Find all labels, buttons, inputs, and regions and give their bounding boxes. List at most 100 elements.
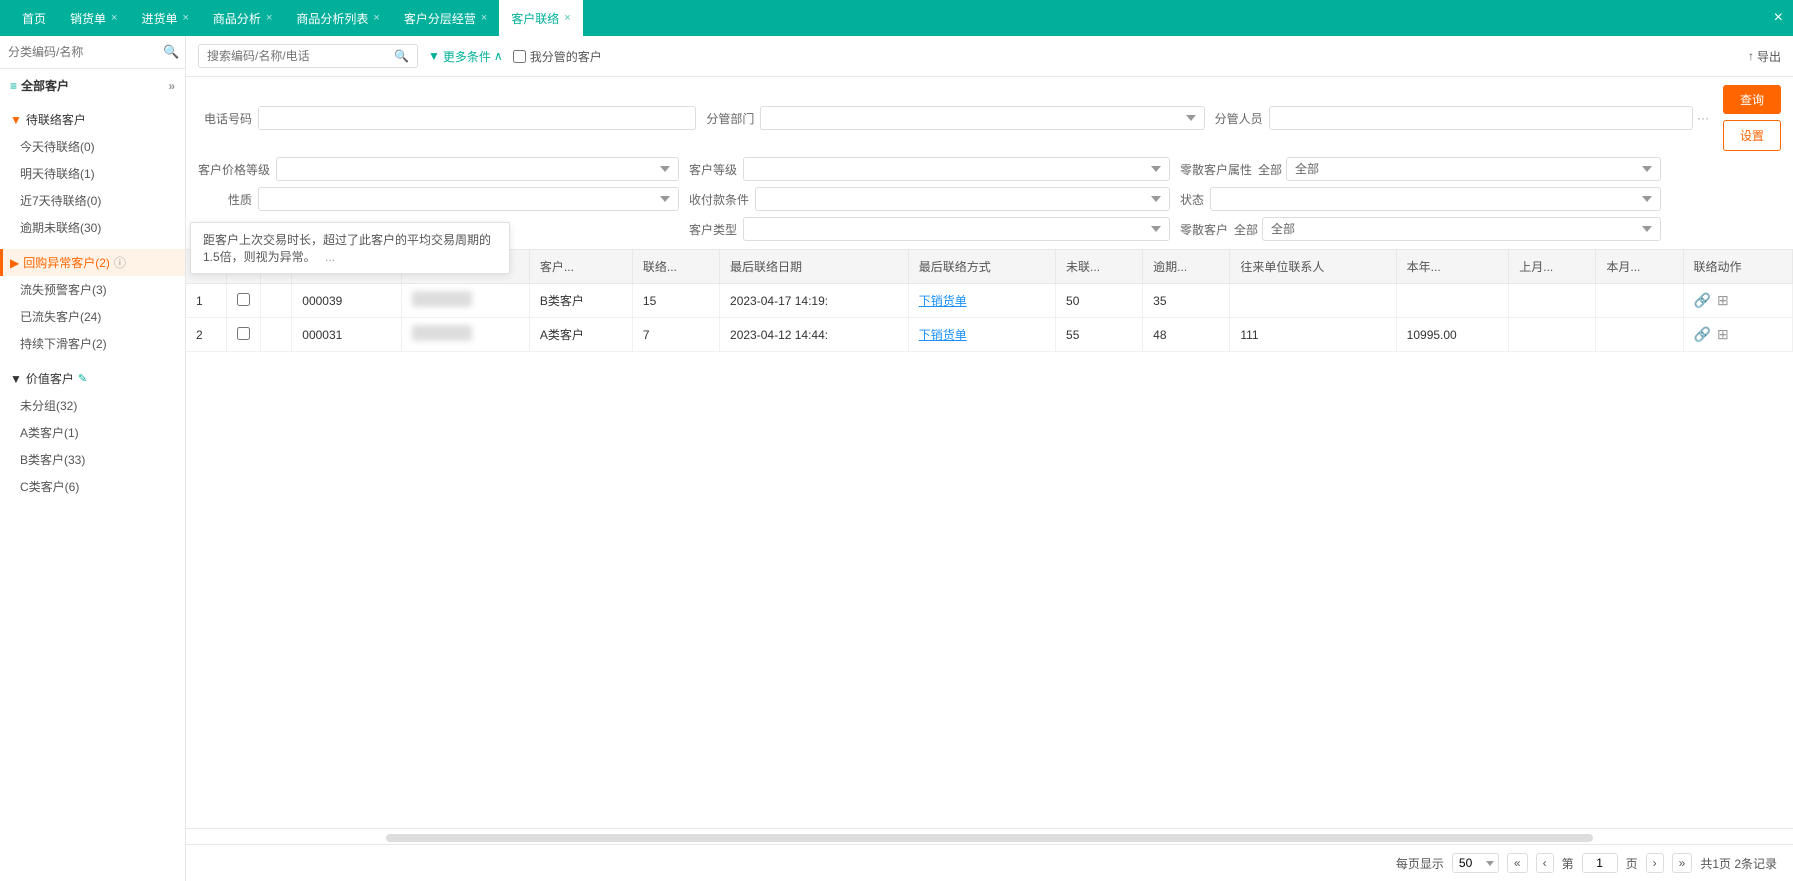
sidebar-item-class-c[interactable]: C类客户(6) — [0, 473, 185, 500]
last-page-button[interactable]: » — [1672, 853, 1693, 873]
filter-nature-select[interactable] — [258, 187, 679, 211]
sidebar-section-abnormal-title[interactable]: ▶ 回购异常客户(2) ⓘ — [0, 249, 185, 276]
sidebar-search-icon[interactable]: 🔍 — [163, 44, 179, 60]
col-this-month[interactable]: 本月... — [1596, 250, 1683, 284]
sidebar-section-value-title[interactable]: ▼ 价值客户 ✎ — [0, 365, 185, 392]
search-icon[interactable]: 🔍 — [394, 49, 409, 63]
cell-uncontacted-2: 55 — [1056, 318, 1143, 352]
tab-sales[interactable]: 销货单 × — [58, 0, 129, 36]
tab-home[interactable]: 首页 — [10, 0, 58, 36]
filter-customer-type-select[interactable] — [743, 217, 1170, 241]
first-page-button[interactable]: « — [1507, 853, 1528, 873]
tab-analysis-close[interactable]: × — [266, 12, 272, 24]
filter-phone-label: 电话号码 — [198, 110, 258, 127]
sidebar-all-customers-header[interactable]: ≡ 全部客户 » — [0, 69, 185, 102]
sidebar-item-lost[interactable]: 已流失客户(24) — [0, 303, 185, 330]
col-last-date[interactable]: 最后联络日期 — [720, 250, 909, 284]
filter-dept-select-wrap — [760, 106, 1204, 130]
abnormal-info-icon[interactable]: ⓘ — [114, 254, 126, 271]
sidebar-item-today[interactable]: 今天待联络(0) — [0, 133, 185, 160]
row-2-link-icon[interactable]: 🔗 — [1694, 326, 1711, 343]
sidebar-section-pending-title[interactable]: ▼ 待联络客户 — [0, 106, 185, 133]
cell-overdue-1: 35 — [1143, 284, 1230, 318]
filter-phone-input[interactable] — [258, 106, 696, 130]
filter-payment-select[interactable] — [755, 187, 1170, 211]
sidebar-item-overdue[interactable]: 逾期未联络(30) — [0, 214, 185, 241]
page-label-prefix: 第 — [1562, 855, 1574, 872]
sidebar-item-class-b[interactable]: B类客户(33) — [0, 446, 185, 473]
cell-last-method-1[interactable]: 下销货单 — [908, 284, 1055, 318]
sidebar-item-unclassified[interactable]: 未分组(32) — [0, 392, 185, 419]
per-page-select[interactable]: 10 20 50 100 — [1452, 853, 1499, 873]
row-2-qr-icon[interactable]: ⊞ — [1717, 326, 1729, 343]
col-contact[interactable]: 联络... — [632, 250, 719, 284]
tab-sales-close[interactable]: × — [111, 12, 117, 24]
filter-dept-field: 分管部门 — [706, 106, 1204, 130]
value-edit-icon[interactable]: ✎ — [78, 372, 87, 385]
my-customers-checkbox[interactable] — [513, 50, 526, 63]
search-input[interactable] — [207, 49, 394, 63]
more-conditions-button[interactable]: ▼ 更多条件 ∧ — [428, 48, 503, 65]
col-last-month[interactable]: 上月... — [1509, 250, 1596, 284]
horizontal-scrollbar[interactable] — [186, 828, 1793, 844]
tab-analysis-list-close[interactable]: × — [373, 12, 379, 24]
tab-analysis[interactable]: 商品分析 × — [201, 0, 284, 36]
col-last-method[interactable]: 最后联络方式 — [908, 250, 1055, 284]
settings-button[interactable]: 设置 — [1723, 120, 1781, 151]
cell-last-method-2[interactable]: 下销货单 — [908, 318, 1055, 352]
filter-retail-customer-select[interactable]: 全部是否 — [1262, 217, 1661, 241]
filter-person-input[interactable] — [1269, 106, 1693, 130]
filter-price-level-field: 客户价格等级 — [198, 157, 679, 181]
filter-person-select-wrap — [1269, 106, 1693, 130]
sidebar-item-tomorrow[interactable]: 明天待联络(1) — [0, 160, 185, 187]
filter-price-level-select[interactable] — [276, 157, 679, 181]
filter-status-select[interactable] — [1210, 187, 1661, 211]
window-close-button[interactable]: × — [1774, 9, 1783, 27]
export-button[interactable]: ↑ 导出 — [1748, 48, 1781, 65]
sidebar-item-class-a[interactable]: A类客户(1) — [0, 419, 185, 446]
tab-customer-contact[interactable]: 客户联络 × — [499, 0, 582, 36]
cell-contact-1: 15 — [632, 284, 719, 318]
tab-customer-contact-close[interactable]: × — [564, 12, 570, 24]
filter-row-1: 电话号码 分管部门 分管人员 ··· — [198, 85, 1781, 151]
row-1-checkbox[interactable] — [237, 293, 250, 306]
filter-dept-select[interactable] — [760, 106, 1204, 130]
sidebar-item-declining[interactable]: 持续下滑客户(2) — [0, 330, 185, 357]
sidebar-search-input[interactable] — [8, 45, 163, 59]
cell-check-2[interactable] — [226, 318, 260, 352]
query-button[interactable]: 查询 — [1723, 85, 1781, 114]
sidebar-section-value: ▼ 价值客户 ✎ 未分组(32) A类客户(1) B类客户(33) C类客户(6… — [0, 361, 185, 504]
tab-purchase[interactable]: 进货单 × — [129, 0, 200, 36]
scroll-track[interactable] — [386, 834, 1593, 842]
my-customers-toggle[interactable]: 我分管的客户 — [513, 48, 602, 65]
filter-customer-level-select[interactable] — [743, 157, 1170, 181]
col-uncontacted[interactable]: 未联... — [1056, 250, 1143, 284]
tab-customer-mgmt[interactable]: 客户分层经营 × — [392, 0, 499, 36]
next-page-button[interactable]: › — [1646, 853, 1664, 873]
col-level[interactable]: 客户... — [529, 250, 632, 284]
row-2-checkbox[interactable] — [237, 327, 250, 340]
tab-purchase-close[interactable]: × — [182, 12, 188, 24]
row-1-qr-icon[interactable]: ⊞ — [1717, 292, 1729, 309]
export-icon: ↑ — [1748, 49, 1754, 63]
prev-page-button[interactable]: ‹ — [1536, 853, 1554, 873]
col-contact-person[interactable]: 往来单位联系人 — [1230, 250, 1396, 284]
sidebar-item-7days[interactable]: 近7天待联络(0) — [0, 187, 185, 214]
page-number-input[interactable] — [1582, 853, 1618, 873]
sidebar-collapse-icon[interactable]: » — [168, 79, 175, 93]
cell-uncontacted-1: 50 — [1056, 284, 1143, 318]
per-page-label: 每页显示 — [1396, 855, 1444, 872]
sidebar-item-lost-warning[interactable]: 流失预警客户(3) — [0, 276, 185, 303]
filter-retail-attr-select[interactable]: 全部是否 — [1286, 157, 1661, 181]
filter-person-dots[interactable]: ··· — [1693, 111, 1713, 125]
col-overdue[interactable]: 逾期... — [1143, 250, 1230, 284]
filter-price-level-wrap — [276, 157, 679, 181]
tab-customer-mgmt-close[interactable]: × — [481, 12, 487, 24]
filter-payment-field: 收付款条件 — [689, 187, 1170, 211]
col-this-year[interactable]: 本年... — [1396, 250, 1509, 284]
row-1-link-icon[interactable]: 🔗 — [1694, 292, 1711, 309]
filter-customer-type-label: 客户类型 — [689, 221, 743, 238]
col-action: 联络动作 — [1683, 250, 1792, 284]
tab-analysis-list[interactable]: 商品分析列表 × — [284, 0, 391, 36]
cell-check-1[interactable] — [226, 284, 260, 318]
